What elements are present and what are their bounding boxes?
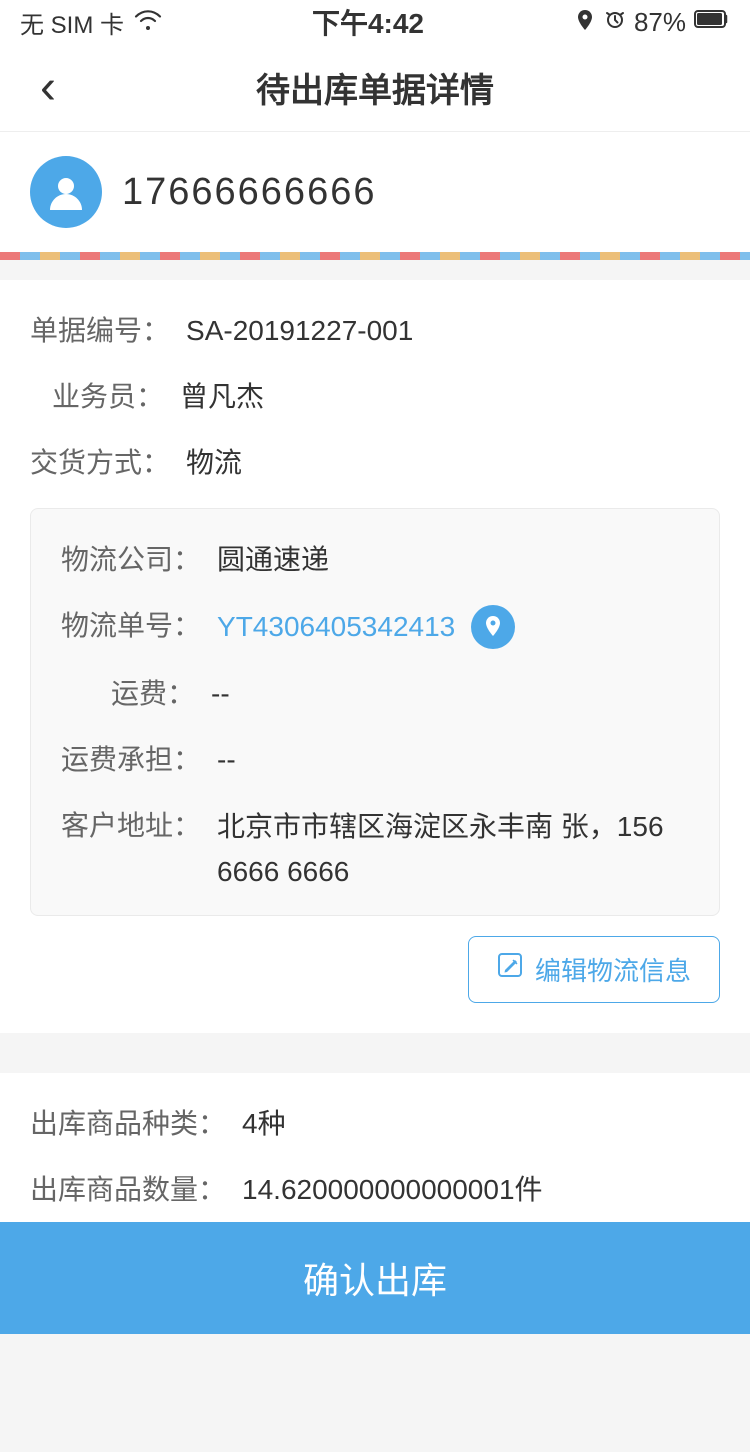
logistics-company-row: 物流公司： 圆通速递 (61, 539, 689, 581)
battery-text: 87% (634, 7, 686, 38)
nav-bar: ‹ 待出库单据详情 (0, 44, 750, 132)
logistics-subsection: 物流公司： 圆通速递 物流单号： YT4306405342413 运费： (30, 508, 720, 916)
wifi-icon (134, 8, 162, 36)
basic-info-section: 单据编号： SA-20191227-001 业务员： 曾凡杰 交货方式： 物流 … (0, 280, 750, 1033)
tracking-number-value: YT4306405342413 (217, 606, 455, 648)
goods-category-label: 出库商品种类： (30, 1103, 242, 1145)
back-button[interactable]: ‹ (30, 50, 66, 125)
dashed-separator (0, 252, 750, 260)
delivery-method-row: 交货方式： 物流 (30, 442, 720, 484)
page-title: 待出库单据详情 (256, 63, 494, 112)
address-label: 客户地址： (61, 805, 217, 847)
tracking-location-icon[interactable] (471, 605, 515, 649)
logistics-company-value: 圆通速递 (217, 539, 689, 581)
salesman-row: 业务员： 曾凡杰 (30, 376, 720, 418)
status-left: 无 SIM 卡 (20, 5, 162, 40)
tracking-number-row: 物流单号： YT4306405342413 (61, 605, 689, 649)
edit-icon (497, 952, 525, 987)
edit-logistics-button[interactable]: 编辑物流信息 (468, 936, 720, 1003)
freight-bearer-row: 运费承担： -- (61, 739, 689, 781)
salesman-label: 业务员： (30, 376, 180, 418)
salesman-value: 曾凡杰 (180, 376, 720, 418)
goods-category-row: 出库商品种类： 4种 (30, 1103, 720, 1145)
alarm-icon (604, 8, 626, 36)
delivery-method-label: 交货方式： (30, 442, 186, 484)
edit-btn-row: 编辑物流信息 (30, 936, 720, 1003)
freight-bearer-label: 运费承担： (61, 739, 217, 781)
customer-phone: 17666666666 (122, 171, 376, 214)
logistics-company-label: 物流公司： (61, 539, 217, 581)
section-divider (0, 1033, 750, 1053)
avatar (30, 156, 102, 228)
tracking-row: YT4306405342413 (217, 605, 515, 649)
delivery-method-value: 物流 (186, 442, 720, 484)
document-number-label: 单据编号： (30, 310, 186, 352)
confirm-outbound-button[interactable]: 确认出库 (0, 1222, 750, 1334)
freight-bearer-value: -- (217, 739, 689, 781)
battery-icon (694, 9, 730, 35)
freight-label: 运费： (61, 673, 211, 715)
location-active-icon (574, 8, 596, 36)
status-right: 87% (574, 7, 730, 38)
address-row: 客户地址： 北京市市辖区海淀区永丰南 张，156 6666 6666 (61, 805, 689, 895)
carrier-text: 无 SIM 卡 (20, 5, 124, 40)
edit-logistics-label: 编辑物流信息 (535, 951, 691, 988)
document-number-value: SA-20191227-001 (186, 310, 720, 352)
freight-row: 运费： -- (61, 673, 689, 715)
address-value: 北京市市辖区海淀区永丰南 张，156 6666 6666 (217, 805, 689, 895)
document-number-row: 单据编号： SA-20191227-001 (30, 310, 720, 352)
freight-value: -- (211, 673, 689, 715)
goods-category-value: 4种 (242, 1103, 720, 1145)
status-time: 下午4:42 (312, 2, 424, 42)
status-bar: 无 SIM 卡 下午4:42 87% (0, 0, 750, 44)
confirm-btn-container: 确认出库 (0, 1202, 750, 1334)
tracking-number-label: 物流单号： (61, 605, 217, 647)
customer-header: 17666666666 (0, 132, 750, 252)
